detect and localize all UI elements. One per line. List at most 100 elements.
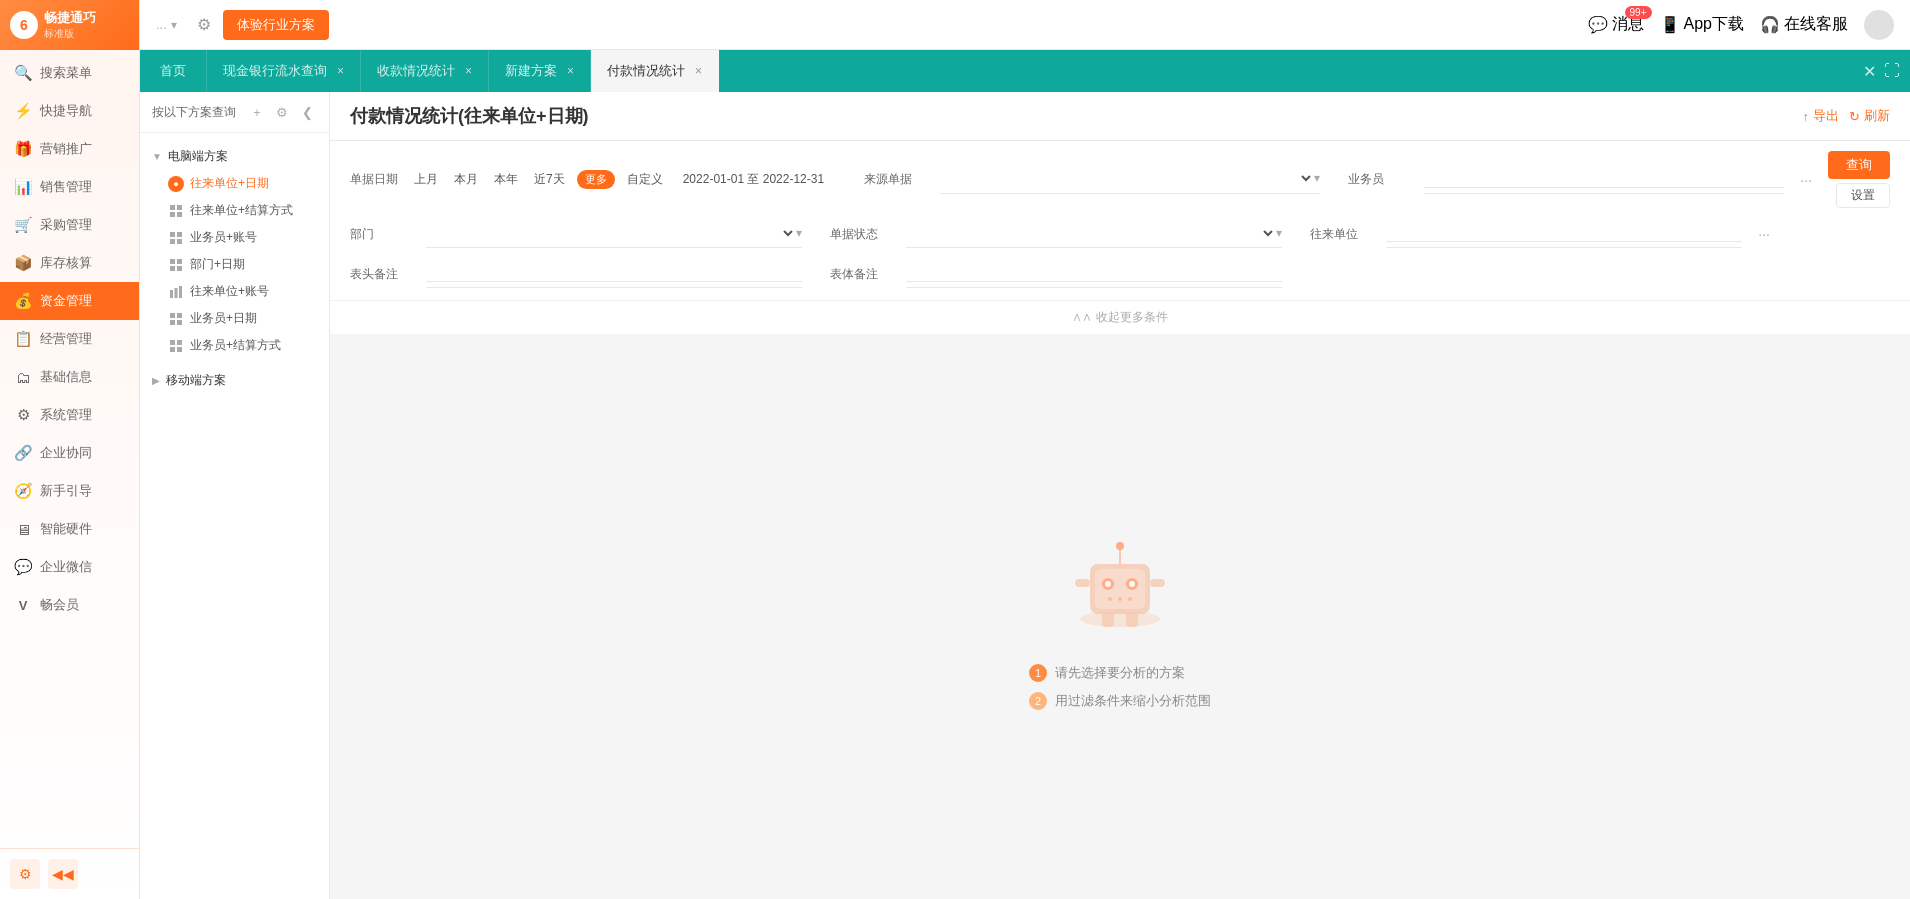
sidebar: 6 畅捷通巧 标准版 🔍 搜索菜单 ⚡ 快捷导航 🎁 营销推广 📊 销售管理 🛒… xyxy=(0,0,140,899)
svg-rect-4 xyxy=(170,232,175,237)
query-button[interactable]: 查询 xyxy=(1828,151,1890,179)
tab-close-icon[interactable]: × xyxy=(695,64,702,78)
user-avatar[interactable] xyxy=(1864,10,1894,40)
tab-close-icon[interactable]: × xyxy=(465,64,472,78)
sidebar-item-inventory[interactable]: 📦 库存核算 xyxy=(0,244,139,282)
right-content: 付款情况统计(往来单位+日期) ↑ 导出 ↻ 刷新 xyxy=(330,92,1910,899)
scheme-item-unit-date[interactable]: ● 往来单位+日期 xyxy=(140,170,329,197)
tabbar-right: ✕ ⛶ xyxy=(1853,50,1910,92)
date-options: 上月 本月 本年 近7天 更多 自定义 2022-01-01 至 2022-12… xyxy=(410,169,824,190)
tab-cash-flow-label: 现金银行流水查询 xyxy=(223,62,327,80)
date-this-year[interactable]: 本年 xyxy=(490,169,522,190)
scheme-group-mobile-header[interactable]: ▶ 移动端方案 xyxy=(140,367,329,394)
tab-close-all-button[interactable]: ✕ xyxy=(1863,62,1876,81)
header-note-input[interactable] xyxy=(426,263,802,282)
app-download-button[interactable]: 📱 App下载 xyxy=(1660,14,1744,35)
filter-area: 单据日期 上月 本月 本年 近7天 更多 自定义 2022-01-01 至 20… xyxy=(330,141,1910,288)
topbar-gear[interactable]: ⚙ xyxy=(197,15,211,34)
tab-home[interactable]: 首页 xyxy=(140,50,207,92)
sidebar-item-search[interactable]: 🔍 搜索菜单 xyxy=(0,54,139,92)
related-unit-input[interactable] xyxy=(1386,223,1742,242)
collapse-sidebar-button[interactable]: ◀◀ xyxy=(48,859,78,889)
scheme-item-staff-account[interactable]: 业务员+账号 xyxy=(140,224,329,251)
sidebar-item-label: 资金管理 xyxy=(40,292,92,310)
dept-select[interactable] xyxy=(426,225,796,241)
hardware-icon: 🖥 xyxy=(14,520,32,538)
sidebar-item-basics[interactable]: 🗂 基础信息 xyxy=(0,358,139,396)
sidebar-item-label: 畅会员 xyxy=(40,596,79,614)
scheme-item-staff-date[interactable]: 业务员+日期 xyxy=(140,305,329,332)
svg-rect-0 xyxy=(170,205,175,210)
page-header: 付款情况统计(往来单位+日期) ↑ 导出 ↻ 刷新 xyxy=(330,92,1910,141)
sidebar-item-label: 库存核算 xyxy=(40,254,92,272)
sidebar-item-marketing[interactable]: 🎁 营销推广 xyxy=(0,130,139,168)
dept-label: 部门 xyxy=(350,226,410,243)
scheme-item-unit-account[interactable]: 往来单位+账号 xyxy=(140,278,329,305)
body-note-filter: 表体备注 xyxy=(830,260,1290,288)
search-icon: 🔍 xyxy=(14,64,32,82)
scheme-icon xyxy=(168,257,184,273)
sidebar-item-guide[interactable]: 🧭 新手引导 xyxy=(0,472,139,510)
scheme-group-desktop-header[interactable]: ▼ 电脑端方案 xyxy=(140,143,329,170)
empty-state: 1 请先选择要分析的方案 2 用过滤条件来缩小分析范围 xyxy=(1029,524,1211,710)
settings-icon[interactable]: ⚙ xyxy=(10,859,40,889)
export-button[interactable]: ↑ 导出 xyxy=(1803,107,1840,125)
sidebar-item-hardware[interactable]: 🖥 智能硬件 xyxy=(0,510,139,548)
sidebar-item-sales[interactable]: 📊 销售管理 xyxy=(0,168,139,206)
date-custom[interactable]: 自定义 xyxy=(623,169,667,190)
date-7days[interactable]: 近7天 xyxy=(530,169,569,190)
date-more[interactable]: 更多 xyxy=(577,170,615,189)
doc-status-select[interactable] xyxy=(906,225,1276,241)
tab-close-icon[interactable]: × xyxy=(337,64,344,78)
related-unit-filter: 往来单位 ··· xyxy=(1310,220,1770,248)
more-options-button[interactable]: ··· xyxy=(1800,172,1812,188)
svg-rect-25 xyxy=(1095,569,1145,609)
tab-fullscreen-button[interactable]: ⛶ xyxy=(1884,62,1900,80)
column-settings-button[interactable]: 设置 xyxy=(1836,183,1890,208)
industry-btn[interactable]: 体验行业方案 xyxy=(223,10,329,40)
sidebar-item-wechat[interactable]: 💬 企业微信 xyxy=(0,548,139,586)
chevron-down-icon: ▾ xyxy=(796,226,802,240)
sidebar-item-member[interactable]: V 畅会员 xyxy=(0,586,139,624)
online-service-label: 在线客服 xyxy=(1784,14,1848,35)
doc-status-filter: 单据状态 ▾ xyxy=(830,220,1290,248)
svg-rect-16 xyxy=(177,313,182,318)
collapse-panel-button[interactable]: ❮ xyxy=(297,102,317,122)
tab-receipt-stats-label: 收款情况统计 xyxy=(377,62,455,80)
tab-new-scheme[interactable]: 新建方案 × xyxy=(489,50,591,92)
message-icon: 💬 xyxy=(1588,15,1608,34)
sidebar-item-quick-nav[interactable]: ⚡ 快捷导航 xyxy=(0,92,139,130)
hint-num-2: 2 xyxy=(1029,692,1047,710)
tab-cash-flow[interactable]: 现金银行流水查询 × xyxy=(207,50,361,92)
scheme-item-staff-settle[interactable]: 业务员+结算方式 xyxy=(140,332,329,359)
sidebar-item-label: 新手引导 xyxy=(40,482,92,500)
content-area: 1 请先选择要分析的方案 2 用过滤条件来缩小分析范围 xyxy=(330,334,1910,899)
source-doc-select[interactable] xyxy=(940,170,1314,186)
sidebar-item-system[interactable]: ⚙ 系统管理 xyxy=(0,396,139,434)
staff-input[interactable] xyxy=(1424,169,1784,188)
online-service-button[interactable]: 🎧 在线客服 xyxy=(1760,14,1848,35)
tab-close-icon[interactable]: × xyxy=(567,64,574,78)
refresh-button[interactable]: ↻ 刷新 xyxy=(1849,107,1890,125)
sidebar-item-enterprise[interactable]: 🔗 企业协同 xyxy=(0,434,139,472)
sidebar-item-purchase[interactable]: 🛒 采购管理 xyxy=(0,206,139,244)
scheme-settings-button[interactable]: ⚙ xyxy=(272,102,292,122)
more-options-button[interactable]: ··· xyxy=(1758,226,1770,242)
body-note-input[interactable] xyxy=(906,263,1282,282)
scheme-item-dept-date[interactable]: 部门+日期 xyxy=(140,251,329,278)
messages-button[interactable]: 💬 消息 99+ xyxy=(1588,14,1644,35)
member-icon: V xyxy=(14,596,32,614)
scheme-item-unit-settle[interactable]: 往来单位+结算方式 xyxy=(140,197,329,224)
svg-rect-8 xyxy=(170,259,175,264)
app-download-label: App下载 xyxy=(1684,14,1744,35)
scheme-item-label: 往来单位+日期 xyxy=(190,175,269,192)
sidebar-item-operations[interactable]: 📋 经营管理 xyxy=(0,320,139,358)
tab-payment-stats[interactable]: 付款情况统计 × xyxy=(591,50,719,92)
date-this-month[interactable]: 本月 xyxy=(450,169,482,190)
svg-rect-22 xyxy=(177,347,182,352)
add-scheme-button[interactable]: + xyxy=(247,102,267,122)
tab-receipt-stats[interactable]: 收款情况统计 × xyxy=(361,50,489,92)
collapse-filters-button[interactable]: ∧∧ 收起更多条件 xyxy=(330,300,1910,334)
sidebar-item-capital[interactable]: 💰 资金管理 xyxy=(0,282,139,320)
date-last-month[interactable]: 上月 xyxy=(410,169,442,190)
